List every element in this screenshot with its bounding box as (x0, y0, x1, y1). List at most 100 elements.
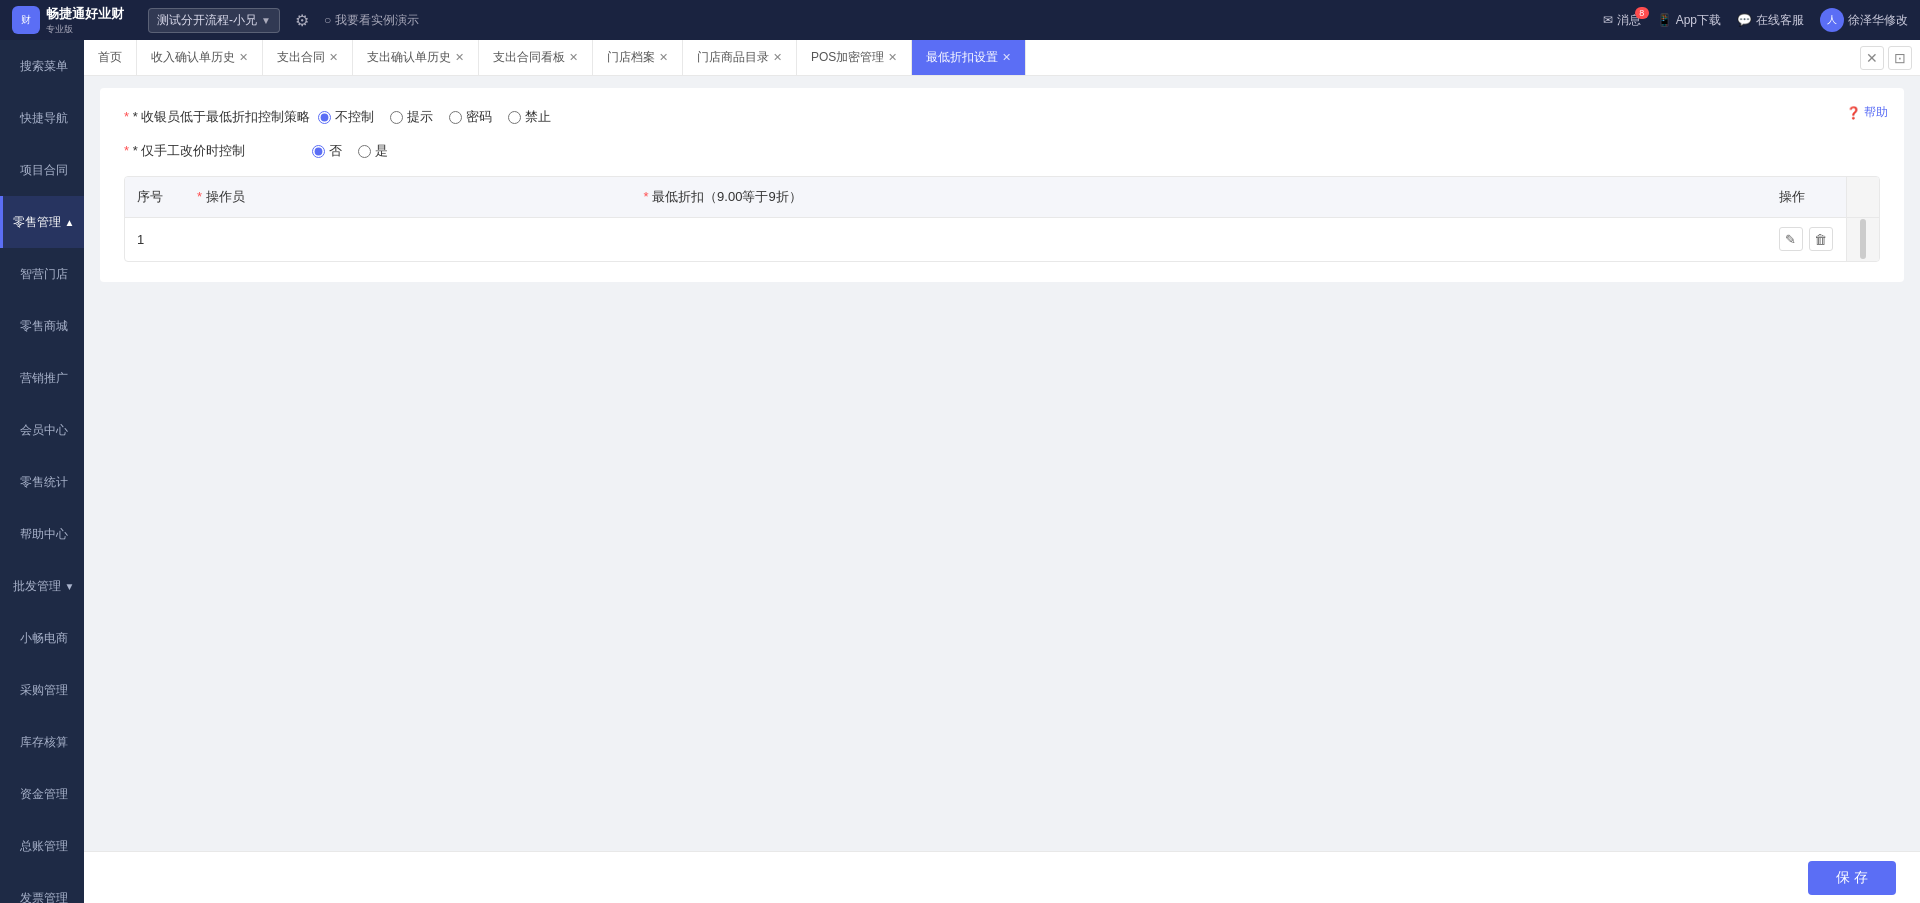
th-min-discount: * 最低折扣（9.00等于9折） (631, 177, 1766, 217)
tab-store-product-catalog[interactable]: 门店商品目录 ✕ (683, 40, 797, 76)
sidebar-item-retail-mgmt[interactable]: 零售管理 ▲ (0, 196, 84, 248)
discount-table: 序号 * 操作员 * 最低折扣（9.00等于9折） 操作 (125, 177, 1879, 261)
tab-payment-close-icon[interactable]: ✕ (329, 51, 338, 64)
logo-text-group: 畅捷通好业财 专业版 (46, 5, 124, 36)
logo-sub: 专业版 (46, 23, 124, 36)
app-download-icon: 📱 (1657, 13, 1672, 27)
table-scrollbar-thumb (1860, 219, 1866, 259)
project-contract-label: 项目合同 (20, 162, 68, 179)
table-row: 1 ✎ 🗑 (125, 217, 1879, 261)
policy-radio-no-control[interactable]: 不控制 (318, 108, 374, 126)
search-menu-label: 搜索菜单 (20, 58, 68, 75)
policy-radio-ban-input[interactable] (508, 111, 521, 124)
policy-radio-no-control-input[interactable] (318, 111, 331, 124)
tab-min-discount-close-icon[interactable]: ✕ (1002, 51, 1011, 64)
policy-radio-password-label: 密码 (466, 108, 492, 126)
invoice-mgmt-label: 发票管理 (20, 890, 68, 904)
tab-min-discount[interactable]: 最低折扣设置 ✕ (912, 40, 1026, 76)
td-operator (185, 217, 631, 261)
retail-mgmt-arrow: ▲ (65, 217, 75, 228)
tab-payment-confirm-history[interactable]: 支出确认单历史 ✕ (353, 40, 479, 76)
policy-radio-hint[interactable]: 提示 (390, 108, 433, 126)
manual-radio-yes-input[interactable] (358, 145, 371, 158)
tab-board-close-icon[interactable]: ✕ (569, 51, 578, 64)
manual-radio-no-label: 否 (329, 142, 342, 160)
project-selector-arrow: ▼ (261, 15, 271, 26)
tab-pos-label: POS加密管理 (811, 49, 884, 66)
sidebar-item-member-center[interactable]: 会员中心 (0, 404, 84, 456)
delete-row-button[interactable]: 🗑 (1809, 227, 1833, 251)
sidebar-item-help-center[interactable]: 帮助中心 (0, 508, 84, 560)
tab-income-close-icon[interactable]: ✕ (239, 51, 248, 64)
tab-payment-confirm-close-icon[interactable]: ✕ (455, 51, 464, 64)
sidebar-item-retail-stats[interactable]: 零售统计 (0, 456, 84, 508)
sidebar-item-wholesale-mgmt[interactable]: 批发管理 ▼ (0, 560, 84, 612)
tab-payment-confirm-label: 支出确认单历史 (367, 49, 451, 66)
tab-home[interactable]: 首页 (84, 40, 137, 76)
wholesale-mgmt-label: 批发管理 (13, 578, 61, 595)
tab-store-file[interactable]: 门店档案 ✕ (593, 40, 683, 76)
messages-icon: ✉ (1603, 13, 1613, 27)
sidebar-item-inventory[interactable]: 库存核算 (0, 716, 84, 768)
policy-label-text: * 收银员低于最低折扣控制策略 (133, 109, 311, 124)
tab-close-btn[interactable]: ✕ (1860, 46, 1884, 70)
data-table-container: 序号 * 操作员 * 最低折扣（9.00等于9折） 操作 (124, 176, 1880, 262)
tab-store-file-label: 门店档案 (607, 49, 655, 66)
user-avatar: 人 (1820, 8, 1844, 32)
policy-radio-hint-label: 提示 (407, 108, 433, 126)
manual-radio-no-input[interactable] (312, 145, 325, 158)
tab-payment-contract[interactable]: 支出合同 ✕ (263, 40, 353, 76)
sidebar-item-quick-nav[interactable]: 快捷导航 (0, 92, 84, 144)
manual-radio-yes[interactable]: 是 (358, 142, 388, 160)
user-area[interactable]: 人 徐泽华修改 (1820, 8, 1908, 32)
topbar-left: 财 畅捷通好业财 专业版 测试分开流程-小兄 ▼ ⚙ ○ 我要看实例演示 (12, 5, 419, 36)
sidebar-item-marketing[interactable]: 营销推广 (0, 352, 84, 404)
sidebar-item-fund-mgmt[interactable]: 资金管理 (0, 768, 84, 820)
tab-pos-close-icon[interactable]: ✕ (888, 51, 897, 64)
tab-income-label: 收入确认单历史 (151, 49, 235, 66)
manual-label-text: * 仅手工改价时控制 (133, 143, 246, 158)
policy-radio-password[interactable]: 密码 (449, 108, 492, 126)
demo-link[interactable]: ○ 我要看实例演示 (324, 12, 419, 29)
inventory-label: 库存核算 (20, 734, 68, 751)
policy-radio-hint-input[interactable] (390, 111, 403, 124)
project-selector[interactable]: 测试分开流程-小兄 ▼ (148, 8, 280, 33)
policy-radio-password-input[interactable] (449, 111, 462, 124)
policy-required-mark: * (124, 109, 133, 124)
td-seq: 1 (125, 217, 185, 261)
sidebar-item-search-menu[interactable]: 搜索菜单 (0, 40, 84, 92)
sidebar-item-project-contract[interactable]: 项目合同 (0, 144, 84, 196)
tab-store-file-close-icon[interactable]: ✕ (659, 51, 668, 64)
tab-controls: ✕ ⊡ (1852, 46, 1920, 70)
tab-payment-contract-board[interactable]: 支出合同看板 ✕ (479, 40, 593, 76)
sidebar-item-smart-store[interactable]: 智营门店 (0, 248, 84, 300)
tab-pos-password[interactable]: POS加密管理 ✕ (797, 40, 912, 76)
tab-catalog-close-icon[interactable]: ✕ (773, 51, 782, 64)
tab-income-confirm-history[interactable]: 收入确认单历史 ✕ (137, 40, 263, 76)
table-body: 1 ✎ 🗑 (125, 217, 1879, 261)
tab-catalog-label: 门店商品目录 (697, 49, 769, 66)
tab-expand-btn[interactable]: ⊡ (1888, 46, 1912, 70)
help-link[interactable]: ❓ 帮助 (1846, 104, 1888, 121)
sidebar-item-purchase-mgmt[interactable]: 采购管理 (0, 664, 84, 716)
online-service-action[interactable]: 💬 在线客服 (1737, 12, 1804, 29)
sidebar-item-retail-mall[interactable]: 零售商城 (0, 300, 84, 352)
demo-link-label: 我要看实例演示 (335, 12, 419, 29)
policy-radio-ban[interactable]: 禁止 (508, 108, 551, 126)
wholesale-mgmt-arrow: ▼ (65, 581, 75, 592)
sidebar-item-accounting[interactable]: 总账管理 (0, 820, 84, 872)
edit-row-button[interactable]: ✎ (1779, 227, 1803, 251)
td-actions-group: ✎ 🗑 (1779, 227, 1835, 251)
marketing-label: 营销推广 (20, 370, 68, 387)
accounting-label: 总账管理 (20, 838, 68, 855)
tab-home-label: 首页 (98, 49, 122, 66)
topbar-settings-icon[interactable]: ⚙ (288, 6, 316, 34)
sidebar-item-invoice-mgmt[interactable]: 发票管理 (0, 872, 84, 903)
app-download-action[interactable]: 📱 App下载 (1657, 12, 1721, 29)
save-button[interactable]: 保 存 (1808, 861, 1896, 895)
project-name: 测试分开流程-小兄 (157, 12, 257, 29)
sidebar-item-ecommerce[interactable]: 小畅电商 (0, 612, 84, 664)
messages-action[interactable]: ✉ 消息 8 (1603, 12, 1641, 29)
manual-radio-no[interactable]: 否 (312, 142, 342, 160)
help-center-label: 帮助中心 (20, 526, 68, 543)
